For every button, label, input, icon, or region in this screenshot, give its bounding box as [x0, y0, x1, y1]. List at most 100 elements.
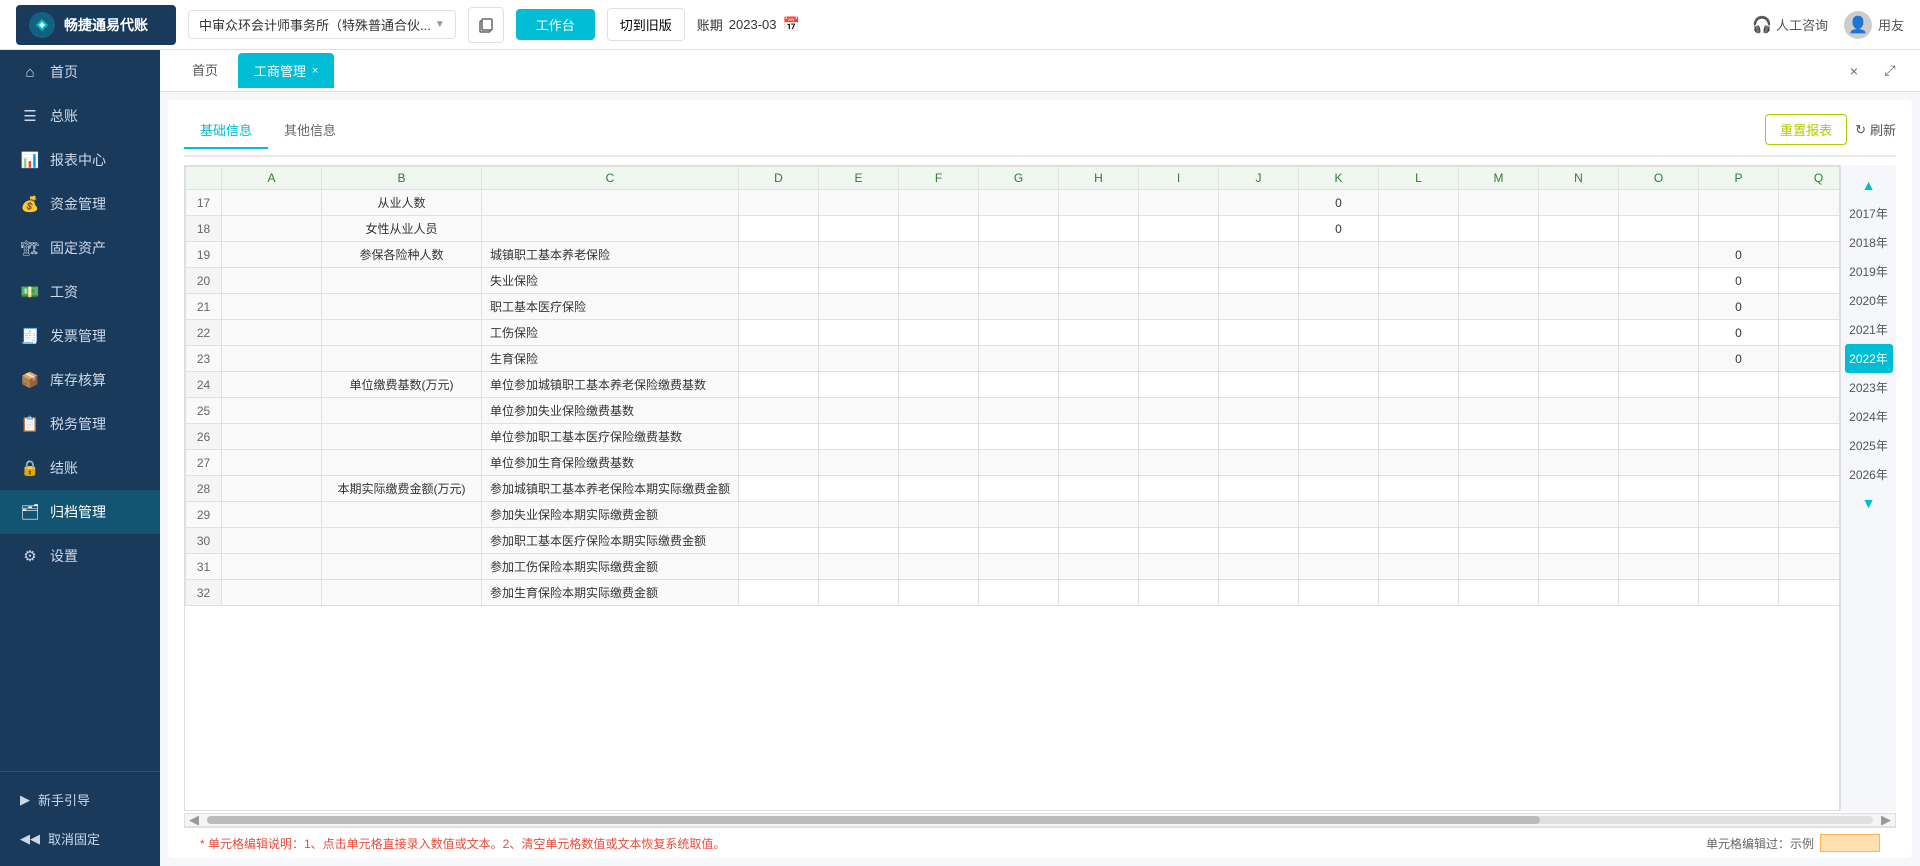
calendar-icon[interactable]: 📅 — [783, 16, 800, 33]
year-item[interactable]: 2020年 — [1845, 286, 1893, 315]
cell-17-E[interactable] — [819, 190, 899, 216]
cell-30-N[interactable] — [1539, 528, 1619, 554]
cell-30-A[interactable] — [222, 528, 322, 554]
cell-23-F[interactable] — [899, 346, 979, 372]
cell-22-I[interactable] — [1139, 320, 1219, 346]
cell-32-F[interactable] — [899, 580, 979, 606]
cell-28-M[interactable] — [1459, 476, 1539, 502]
table-wrapper[interactable]: ABCDEFGHIJKLMNOPQ 17从业人数018女性从业人员019参保各险… — [184, 165, 1840, 811]
cell-25-H[interactable] — [1059, 398, 1139, 424]
cell-25-C[interactable]: 单位参加失业保险缴费基数 — [482, 398, 739, 424]
cell-24-O[interactable] — [1619, 372, 1699, 398]
cell-31-C[interactable]: 参加工伤保险本期实际缴费金额 — [482, 554, 739, 580]
cell-23-I[interactable] — [1139, 346, 1219, 372]
cell-28-K[interactable] — [1299, 476, 1379, 502]
cell-18-B[interactable]: 女性从业人员 — [322, 216, 482, 242]
cell-18-N[interactable] — [1539, 216, 1619, 242]
cell-25-M[interactable] — [1459, 398, 1539, 424]
cell-29-E[interactable] — [819, 502, 899, 528]
cell-22-M[interactable] — [1459, 320, 1539, 346]
cell-32-P[interactable] — [1699, 580, 1779, 606]
cell-24-E[interactable] — [819, 372, 899, 398]
cell-22-E[interactable] — [819, 320, 899, 346]
cell-28-F[interactable] — [899, 476, 979, 502]
cell-23-N[interactable] — [1539, 346, 1619, 372]
cell-28-B[interactable]: 本期实际缴费金额(万元) — [322, 476, 482, 502]
cell-23-E[interactable] — [819, 346, 899, 372]
cell-22-Q[interactable] — [1779, 320, 1840, 346]
cell-17-M[interactable] — [1459, 190, 1539, 216]
year-item[interactable]: 2022年 — [1845, 344, 1893, 373]
cell-30-O[interactable] — [1619, 528, 1699, 554]
cell-31-O[interactable] — [1619, 554, 1699, 580]
cell-17-J[interactable] — [1219, 190, 1299, 216]
cell-18-M[interactable] — [1459, 216, 1539, 242]
year-item[interactable]: 2024年 — [1845, 402, 1893, 431]
year-item[interactable]: 2017年 — [1845, 199, 1893, 228]
cell-20-O[interactable] — [1619, 268, 1699, 294]
sidebar-item-settings[interactable]: ⚙ 设置 — [0, 534, 160, 578]
cell-30-C[interactable]: 参加职工基本医疗保险本期实际缴费金额 — [482, 528, 739, 554]
cell-22-P[interactable]: 0 — [1699, 320, 1779, 346]
cell-26-J[interactable] — [1219, 424, 1299, 450]
sidebar-item-capital[interactable]: 💰 资金管理 — [0, 182, 160, 226]
cell-22-O[interactable] — [1619, 320, 1699, 346]
cell-18-A[interactable] — [222, 216, 322, 242]
cell-30-I[interactable] — [1139, 528, 1219, 554]
cell-25-Q[interactable] — [1779, 398, 1840, 424]
cell-23-B[interactable] — [322, 346, 482, 372]
cell-18-E[interactable] — [819, 216, 899, 242]
cell-24-L[interactable] — [1379, 372, 1459, 398]
h-scrollbar[interactable]: ◀ ▶ — [184, 813, 1896, 827]
cell-22-F[interactable] — [899, 320, 979, 346]
cell-31-E[interactable] — [819, 554, 899, 580]
cell-29-M[interactable] — [1459, 502, 1539, 528]
cell-28-Q[interactable] — [1779, 476, 1840, 502]
cell-29-B[interactable] — [322, 502, 482, 528]
cell-29-F[interactable] — [899, 502, 979, 528]
cell-24-N[interactable] — [1539, 372, 1619, 398]
cell-29-C[interactable]: 参加失业保险本期实际缴费金额 — [482, 502, 739, 528]
cell-29-J[interactable] — [1219, 502, 1299, 528]
cell-22-B[interactable] — [322, 320, 482, 346]
cell-22-H[interactable] — [1059, 320, 1139, 346]
cell-17-G[interactable] — [979, 190, 1059, 216]
cell-18-J[interactable] — [1219, 216, 1299, 242]
cell-32-D[interactable] — [739, 580, 819, 606]
cell-28-J[interactable] — [1219, 476, 1299, 502]
cell-24-I[interactable] — [1139, 372, 1219, 398]
cell-26-I[interactable] — [1139, 424, 1219, 450]
cell-32-E[interactable] — [819, 580, 899, 606]
cell-24-M[interactable] — [1459, 372, 1539, 398]
cell-25-J[interactable] — [1219, 398, 1299, 424]
cell-31-I[interactable] — [1139, 554, 1219, 580]
cell-19-B[interactable]: 参保各险种人数 — [322, 242, 482, 268]
sidebar-item-ledger[interactable]: ☰ 总账 — [0, 94, 160, 138]
cell-17-C[interactable] — [482, 190, 739, 216]
cell-21-H[interactable] — [1059, 294, 1139, 320]
cell-17-K[interactable]: 0 — [1299, 190, 1379, 216]
cell-26-K[interactable] — [1299, 424, 1379, 450]
tab-home[interactable]: 首页 — [176, 52, 234, 89]
cell-25-F[interactable] — [899, 398, 979, 424]
cell-23-G[interactable] — [979, 346, 1059, 372]
sidebar-item-payroll[interactable]: 💵 工资 — [0, 270, 160, 314]
cell-26-L[interactable] — [1379, 424, 1459, 450]
cell-22-A[interactable] — [222, 320, 322, 346]
cell-32-A[interactable] — [222, 580, 322, 606]
cell-23-O[interactable] — [1619, 346, 1699, 372]
cell-32-J[interactable] — [1219, 580, 1299, 606]
cell-29-Q[interactable] — [1779, 502, 1840, 528]
cell-18-H[interactable] — [1059, 216, 1139, 242]
cell-23-P[interactable]: 0 — [1699, 346, 1779, 372]
sidebar-item-home[interactable]: ⌂ 首页 — [0, 50, 160, 94]
cell-28-N[interactable] — [1539, 476, 1619, 502]
cell-25-E[interactable] — [819, 398, 899, 424]
tab-business[interactable]: 工商管理 × — [238, 53, 334, 88]
cell-28-A[interactable] — [222, 476, 322, 502]
cell-20-K[interactable] — [1299, 268, 1379, 294]
cell-26-O[interactable] — [1619, 424, 1699, 450]
cell-20-P[interactable]: 0 — [1699, 268, 1779, 294]
cell-26-E[interactable] — [819, 424, 899, 450]
cell-31-J[interactable] — [1219, 554, 1299, 580]
